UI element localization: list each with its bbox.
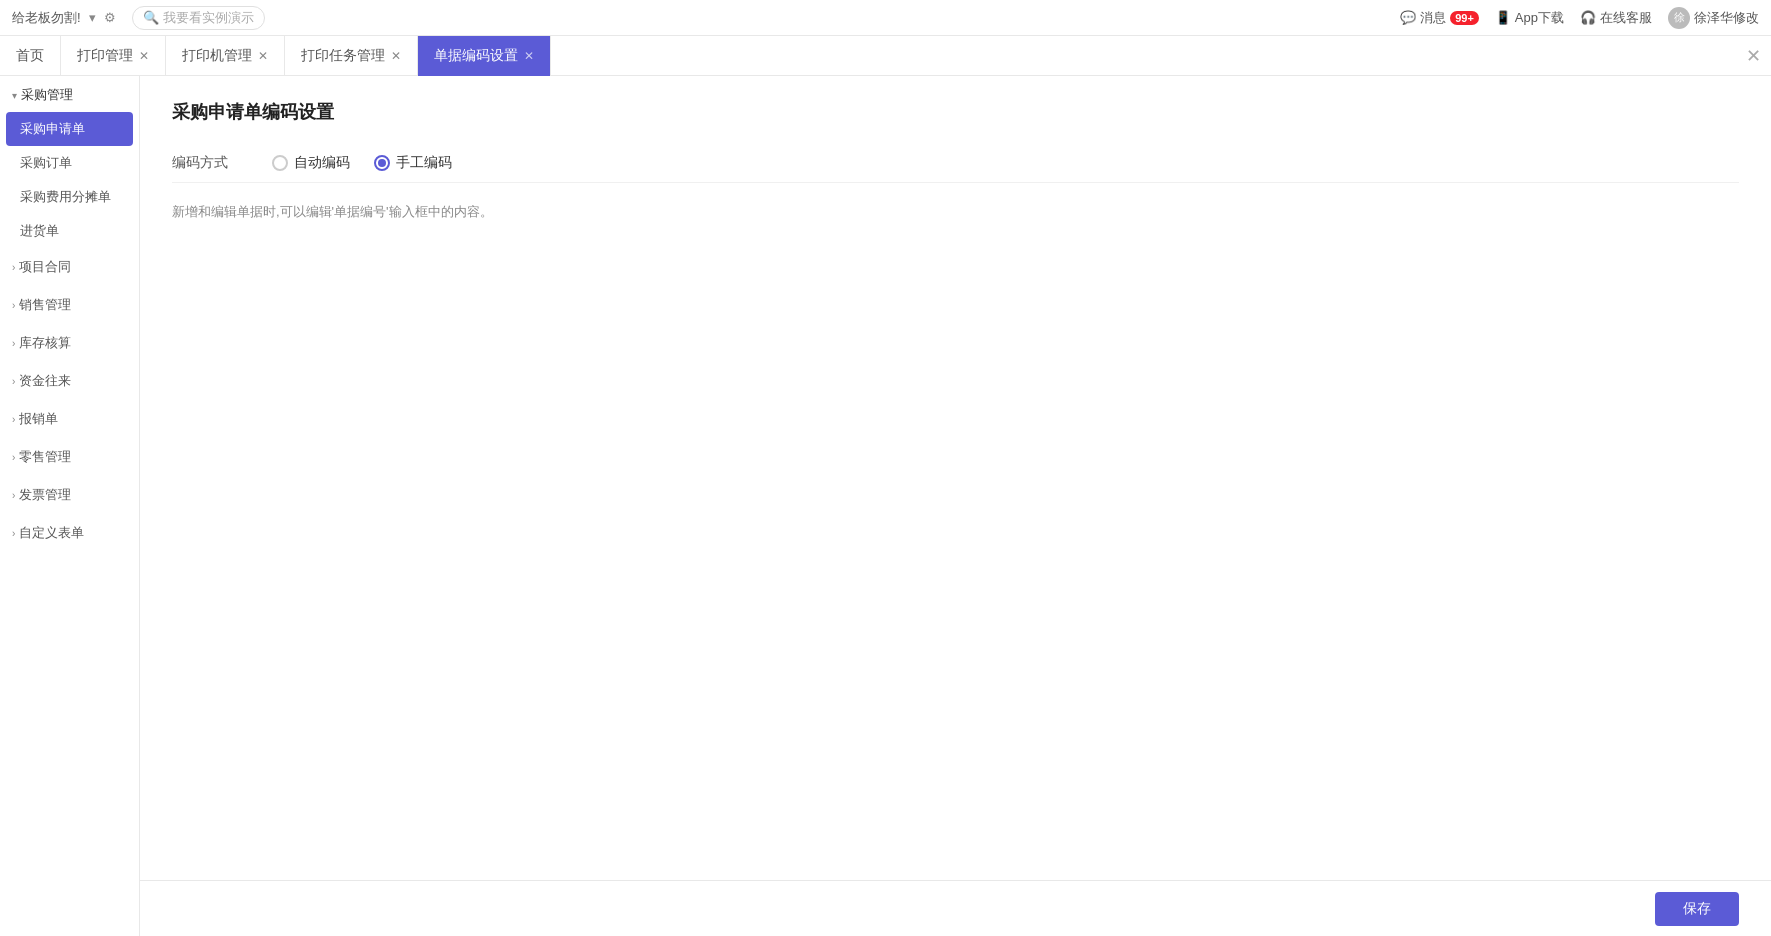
sidebar-group-inventory[interactable]: › 库存核算 (0, 324, 139, 362)
tab-barcode-setting[interactable]: 单据编码设置 ✕ (418, 36, 551, 76)
sidebar-group-sales-return-label: 报销单 (19, 410, 58, 428)
arrow-right-icon-7: › (12, 490, 15, 501)
sidebar-group-custom-form-label: 自定义表单 (19, 524, 84, 542)
message-btn[interactable]: 💬 消息 99+ (1400, 9, 1479, 27)
tab-printer-mgmt[interactable]: 打印机管理 ✕ (166, 36, 285, 76)
sidebar-item-purchase-order-label: 采购订单 (20, 155, 72, 170)
search-text: 我要看实例演示 (163, 9, 254, 27)
sidebar: ▾ 采购管理 采购申请单 采购订单 采购费用分摊单 进货单 › 项目合同 › 销… (0, 76, 140, 936)
avatar: 徐 (1668, 7, 1690, 29)
sidebar-group-fund-flow-label: 资金往来 (19, 372, 71, 390)
content-area: 采购申请单编码设置 编码方式 自动编码 手工 (140, 76, 1771, 936)
tab-home[interactable]: 首页 (0, 36, 61, 76)
sidebar-group-sales-return[interactable]: › 报销单 (0, 400, 139, 438)
sidebar-group-invoice-mgmt-label: 发票管理 (19, 486, 71, 504)
radio-manual-outer (374, 155, 390, 171)
sidebar-group-retail-mgmt[interactable]: › 零售管理 (0, 438, 139, 476)
arrow-right-icon-8: › (12, 528, 15, 539)
search-icon: 🔍 (143, 10, 159, 25)
sidebar-item-goods-receipt[interactable]: 进货单 (0, 214, 139, 248)
sidebar-group-project-contract-label: 项目合同 (19, 258, 71, 276)
arrow-right-icon-1: › (12, 262, 15, 273)
tab-print-mgmt[interactable]: 打印管理 ✕ (61, 36, 166, 76)
arrow-right-icon-5: › (12, 414, 15, 425)
top-bar: 给老板勿割! ▾ ⚙ 🔍 我要看实例演示 💬 消息 99+ 📱 App下载 🎧 … (0, 0, 1771, 36)
sidebar-group-purchase-label: 采购管理 (21, 86, 73, 104)
page-title: 采购申请单编码设置 (172, 100, 1739, 124)
radio-manual-inner (378, 159, 386, 167)
tab-print-mgmt-close[interactable]: ✕ (139, 49, 149, 63)
save-button[interactable]: 保存 (1655, 892, 1739, 926)
tab-home-label: 首页 (16, 47, 44, 65)
sidebar-group-retail-mgmt-label: 零售管理 (19, 448, 71, 466)
settings-icon[interactable]: ⚙ (104, 10, 116, 25)
user-menu[interactable]: 徐 徐泽华修改 (1668, 7, 1759, 29)
tab-barcode-setting-label: 单据编码设置 (434, 47, 518, 65)
hint-text: 新增和编辑单据时,可以编辑'单据编号'输入框中的内容。 (172, 203, 1739, 221)
sidebar-item-purchase-expense-label: 采购费用分摊单 (20, 189, 111, 204)
app-download-btn[interactable]: 📱 App下载 (1495, 9, 1564, 27)
sidebar-item-goods-receipt-label: 进货单 (20, 223, 59, 238)
arrow-right-icon-6: › (12, 452, 15, 463)
sidebar-group-sales-mgmt[interactable]: › 销售管理 (0, 286, 139, 324)
sidebar-item-purchase-request-label: 采购申请单 (20, 121, 85, 136)
sidebar-group-project-contract[interactable]: › 项目合同 (0, 248, 139, 286)
arrow-right-icon-3: › (12, 338, 15, 349)
headset-icon: 🎧 (1580, 10, 1596, 25)
content-body: 采购申请单编码设置 编码方式 自动编码 手工 (140, 76, 1771, 880)
radio-manual-encoding[interactable]: 手工编码 (374, 154, 452, 172)
top-bar-left: 给老板勿割! ▾ ⚙ 🔍 我要看实例演示 (12, 6, 265, 30)
sidebar-group-inventory-label: 库存核算 (19, 334, 71, 352)
arrow-right-icon-2: › (12, 300, 15, 311)
main-layout: ▾ 采购管理 采购申请单 采购订单 采购费用分摊单 进货单 › 项目合同 › 销… (0, 76, 1771, 936)
sidebar-item-purchase-order[interactable]: 采购订单 (0, 146, 139, 180)
online-service-label: 在线客服 (1600, 9, 1652, 27)
sidebar-group-custom-form[interactable]: › 自定义表单 (0, 514, 139, 552)
tab-printer-mgmt-label: 打印机管理 (182, 47, 252, 65)
radio-auto-label: 自动编码 (294, 154, 350, 172)
sidebar-group-invoice-mgmt[interactable]: › 发票管理 (0, 476, 139, 514)
announce-text: 给老板勿割! (12, 9, 81, 27)
arrow-right-icon-4: › (12, 376, 15, 387)
arrow-down-icon: ▾ (12, 90, 17, 101)
encoding-label: 编码方式 (172, 154, 232, 172)
message-badge: 99+ (1450, 11, 1479, 25)
radio-auto-encoding[interactable]: 自动编码 (272, 154, 350, 172)
dropdown-icon[interactable]: ▾ (89, 10, 96, 25)
sidebar-group-fund-flow[interactable]: › 资金往来 (0, 362, 139, 400)
tab-barcode-setting-close[interactable]: ✕ (524, 49, 534, 63)
content-footer: 保存 (140, 880, 1771, 936)
username: 徐泽华修改 (1694, 9, 1759, 27)
tab-printer-mgmt-close[interactable]: ✕ (258, 49, 268, 63)
tab-print-task-mgmt[interactable]: 打印任务管理 ✕ (285, 36, 418, 76)
tab-print-task-mgmt-close[interactable]: ✕ (391, 49, 401, 63)
radio-auto-outer (272, 155, 288, 171)
sidebar-item-purchase-expense[interactable]: 采购费用分摊单 (0, 180, 139, 214)
online-service-btn[interactable]: 🎧 在线客服 (1580, 9, 1652, 27)
sidebar-group-sales-mgmt-label: 销售管理 (19, 296, 71, 314)
top-bar-right: 💬 消息 99+ 📱 App下载 🎧 在线客服 徐 徐泽华修改 (1400, 7, 1759, 29)
tab-print-mgmt-label: 打印管理 (77, 47, 133, 65)
search-bar[interactable]: 🔍 我要看实例演示 (132, 6, 265, 30)
tab-print-task-mgmt-label: 打印任务管理 (301, 47, 385, 65)
app-icon: 📱 (1495, 10, 1511, 25)
encoding-setting-row: 编码方式 自动编码 手工编码 (172, 144, 1739, 183)
message-label: 消息 (1420, 9, 1446, 27)
close-all-tabs[interactable]: ✕ (1736, 45, 1771, 67)
message-icon: 💬 (1400, 10, 1416, 25)
app-download-label: App下载 (1515, 9, 1564, 27)
radio-group: 自动编码 手工编码 (272, 154, 452, 172)
tab-bar: 首页 打印管理 ✕ 打印机管理 ✕ 打印任务管理 ✕ 单据编码设置 ✕ ✕ (0, 36, 1771, 76)
sidebar-group-purchase-mgmt[interactable]: ▾ 采购管理 (0, 76, 139, 112)
radio-manual-label: 手工编码 (396, 154, 452, 172)
sidebar-item-purchase-request[interactable]: 采购申请单 (6, 112, 133, 146)
